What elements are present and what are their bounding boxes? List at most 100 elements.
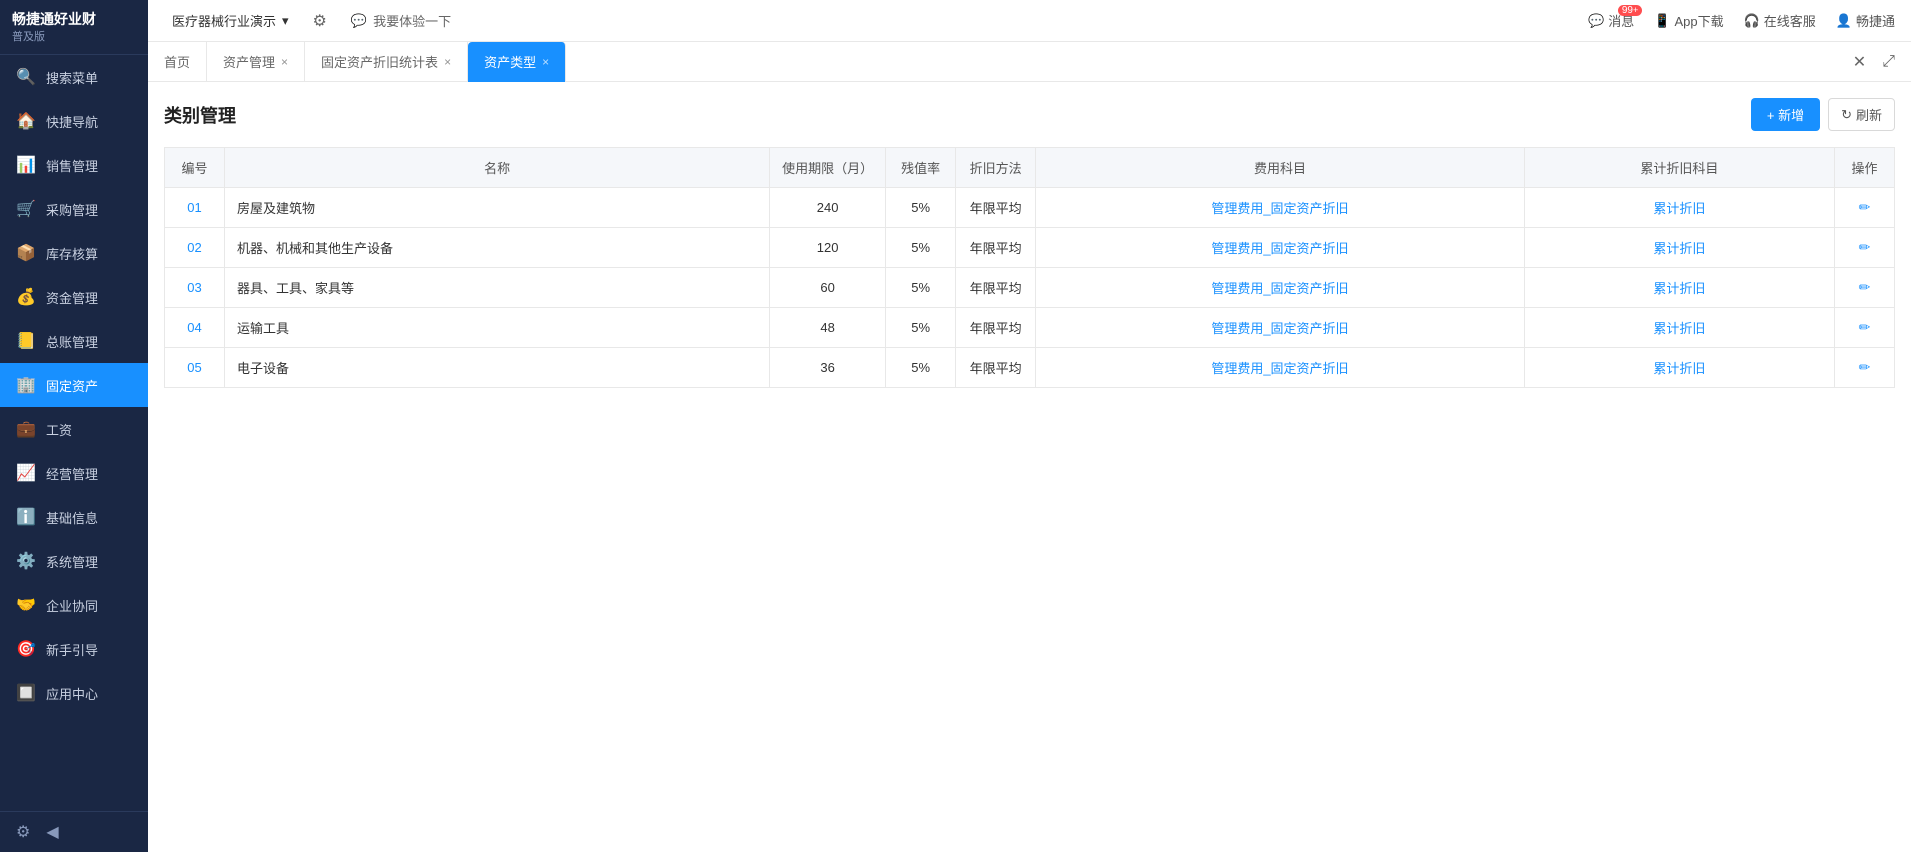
messages-button[interactable]: 💬 消息 99+ (1588, 11, 1634, 30)
code-cell-4: 05 (165, 348, 225, 388)
table-body: 01房屋及建筑物2405%年限平均管理费用_固定资产折旧累计折旧✏02机器、机械… (165, 188, 1895, 388)
edit-icon-1[interactable]: ✏ (1859, 239, 1871, 255)
expand-tab-icon[interactable]: ⤢ (1878, 49, 1899, 75)
sidebar-scroll: 🔍搜索菜单🏠快捷导航📊销售管理🛒采购管理 📦 库存核算 💰资金管理📒总账管理🏢固定资产… (0, 55, 148, 811)
app-download-button[interactable]: 📱 App下载 (1654, 11, 1723, 30)
accum-subject-cell-4: 累计折旧 (1524, 348, 1834, 388)
sidebar: 畅捷通好业财 普及版 🔍搜索菜单🏠快捷导航📊销售管理🛒采购管理 📦 库存核算 💰资金管… (0, 0, 148, 852)
sidebar-item-fixed-assets[interactable]: 🏢固定资产 (0, 363, 148, 407)
sidebar-item-finance[interactable]: 💰资金管理 (0, 275, 148, 319)
close-tab-icon[interactable]: ✕ (1849, 48, 1870, 76)
sidebar-item-ledger[interactable]: 📒总账管理 (0, 319, 148, 363)
sidebar-item-basic-info[interactable]: ℹ️基础信息 (0, 495, 148, 539)
experience-icon: 💬 (351, 13, 367, 29)
col-header-7: 操作 (1835, 148, 1895, 188)
sidebar-label-inventory: 库存核算 (46, 244, 98, 263)
topbar-gear-icon[interactable]: ⚙ (309, 7, 331, 35)
edit-icon-0[interactable]: ✏ (1859, 199, 1871, 215)
main-area: 医疗器械行业演示 ▾ ⚙ 💬 我要体验一下 💬 消息 99+ 📱 App下载 🎧… (148, 0, 1911, 852)
company-dropdown[interactable]: 医疗器械行业演示 ▾ (164, 7, 297, 34)
edit-icon-2[interactable]: ✏ (1859, 279, 1871, 295)
refresh-label: 刷新 (1856, 105, 1882, 124)
online-service-icon: 🎧 (1744, 13, 1760, 29)
sidebar-label-fixed-assets: 固定资产 (46, 376, 98, 395)
app-download-label: App下载 (1674, 11, 1723, 30)
sidebar-label-operations: 经营管理 (46, 464, 98, 483)
sidebar-item-payroll[interactable]: 💼工资 (0, 407, 148, 451)
refresh-button[interactable]: ↻ 刷新 (1828, 98, 1895, 131)
tab-home[interactable]: 首页 (164, 42, 207, 82)
page-header: 类别管理 + 新增 ↻ 刷新 (164, 98, 1895, 131)
online-service-button[interactable]: 🎧 在线客服 (1744, 11, 1816, 30)
table-row: 03器具、工具、家具等605%年限平均管理费用_固定资产折旧累计折旧✏ (165, 268, 1895, 308)
content-area: 类别管理 + 新增 ↻ 刷新 编号名称使用期限（月）残值率折旧方法费用科目累计折… (148, 82, 1911, 852)
sidebar-item-operations[interactable]: 📈经营管理 (0, 451, 148, 495)
tab-asset-type[interactable]: 资产类型 × (468, 42, 566, 82)
sidebar-item-quick-nav[interactable]: 🏠快捷导航 (0, 99, 148, 143)
table-row: 01房屋及建筑物2405%年限平均管理费用_固定资产折旧累计折旧✏ (165, 188, 1895, 228)
sidebar-label-guide: 新手引导 (46, 640, 98, 659)
col-header-3: 残值率 (886, 148, 956, 188)
name-cell-1: 机器、机械和其他生产设备 (225, 228, 770, 268)
sidebar-item-cooperation[interactable]: 🤝企业协同 (0, 583, 148, 627)
sidebar-item-purchase[interactable]: 🛒采购管理 (0, 187, 148, 231)
user-button[interactable]: 👤 畅捷通 (1836, 11, 1895, 30)
refresh-icon: ↻ (1841, 107, 1852, 123)
sidebar-label-system: 系统管理 (46, 552, 98, 571)
sidebar-icon-inventory: 📦 (16, 243, 36, 263)
residual-cell-1: 5% (886, 228, 956, 268)
op-cell-1[interactable]: ✏ (1835, 228, 1895, 268)
page-title: 类别管理 (164, 102, 236, 128)
method-cell-4: 年限平均 (956, 348, 1036, 388)
category-table: 编号名称使用期限（月）残值率折旧方法费用科目累计折旧科目操作 01房屋及建筑物2… (164, 147, 1895, 388)
name-cell-0: 房屋及建筑物 (225, 188, 770, 228)
op-cell-4[interactable]: ✏ (1835, 348, 1895, 388)
name-cell-2: 器具、工具、家具等 (225, 268, 770, 308)
residual-cell-4: 5% (886, 348, 956, 388)
accum-subject-cell-3: 累计折旧 (1524, 308, 1834, 348)
logo-sub: 普及版 (12, 28, 136, 44)
experience-button[interactable]: 💬 我要体验一下 (351, 11, 451, 30)
fee-subject-cell-3: 管理费用_固定资产折旧 (1036, 308, 1525, 348)
collapse-icon[interactable]: ◀ (46, 822, 58, 842)
sidebar-icon-sales: 📊 (16, 155, 36, 175)
tab-asset-type-close[interactable]: × (542, 55, 549, 69)
col-header-2: 使用期限（月） (770, 148, 886, 188)
period-cell-4: 36 (770, 348, 886, 388)
tab-asset-mgmt-close[interactable]: × (281, 55, 288, 69)
fee-subject-cell-0: 管理费用_固定资产折旧 (1036, 188, 1525, 228)
tab-fixed-stat-label: 固定资产折旧统计表 (321, 52, 438, 71)
sidebar-item-sales[interactable]: 📊销售管理 (0, 143, 148, 187)
edit-icon-4[interactable]: ✏ (1859, 359, 1871, 375)
residual-cell-3: 5% (886, 308, 956, 348)
sidebar-label-ledger: 总账管理 (46, 332, 98, 351)
period-cell-2: 60 (770, 268, 886, 308)
method-cell-3: 年限平均 (956, 308, 1036, 348)
tab-asset-mgmt[interactable]: 资产管理 × (207, 42, 305, 82)
sidebar-item-app-center[interactable]: 🔲应用中心 (0, 671, 148, 715)
settings-footer-icon[interactable]: ⚙ (16, 822, 30, 842)
sidebar-label-cooperation: 企业协同 (46, 596, 98, 615)
op-cell-0[interactable]: ✏ (1835, 188, 1895, 228)
sidebar-item-system[interactable]: ⚙️系统管理 (0, 539, 148, 583)
sidebar-label-purchase: 采购管理 (46, 200, 98, 219)
tab-fixed-stat[interactable]: 固定资产折旧统计表 × (305, 42, 468, 82)
sidebar-label-finance: 资金管理 (46, 288, 98, 307)
op-cell-3[interactable]: ✏ (1835, 308, 1895, 348)
sidebar-item-inventory[interactable]: 📦 库存核算 (0, 231, 148, 275)
edit-icon-3[interactable]: ✏ (1859, 319, 1871, 335)
tab-fixed-stat-close[interactable]: × (444, 55, 451, 69)
sidebar-item-search[interactable]: 🔍搜索菜单 (0, 55, 148, 99)
name-cell-3: 运输工具 (225, 308, 770, 348)
new-button[interactable]: + 新增 (1751, 98, 1820, 131)
chevron-down-icon: ▾ (282, 13, 289, 29)
sidebar-item-guide[interactable]: 🎯新手引导 (0, 627, 148, 671)
page-actions: + 新增 ↻ 刷新 (1751, 98, 1895, 131)
user-label: 畅捷通 (1856, 11, 1895, 30)
online-service-label: 在线客服 (1764, 11, 1816, 30)
op-cell-2[interactable]: ✏ (1835, 268, 1895, 308)
user-icon: 👤 (1836, 13, 1852, 29)
company-name: 医疗器械行业演示 (172, 11, 276, 30)
sidebar-logo: 畅捷通好业财 普及版 (0, 0, 148, 55)
period-cell-3: 48 (770, 308, 886, 348)
